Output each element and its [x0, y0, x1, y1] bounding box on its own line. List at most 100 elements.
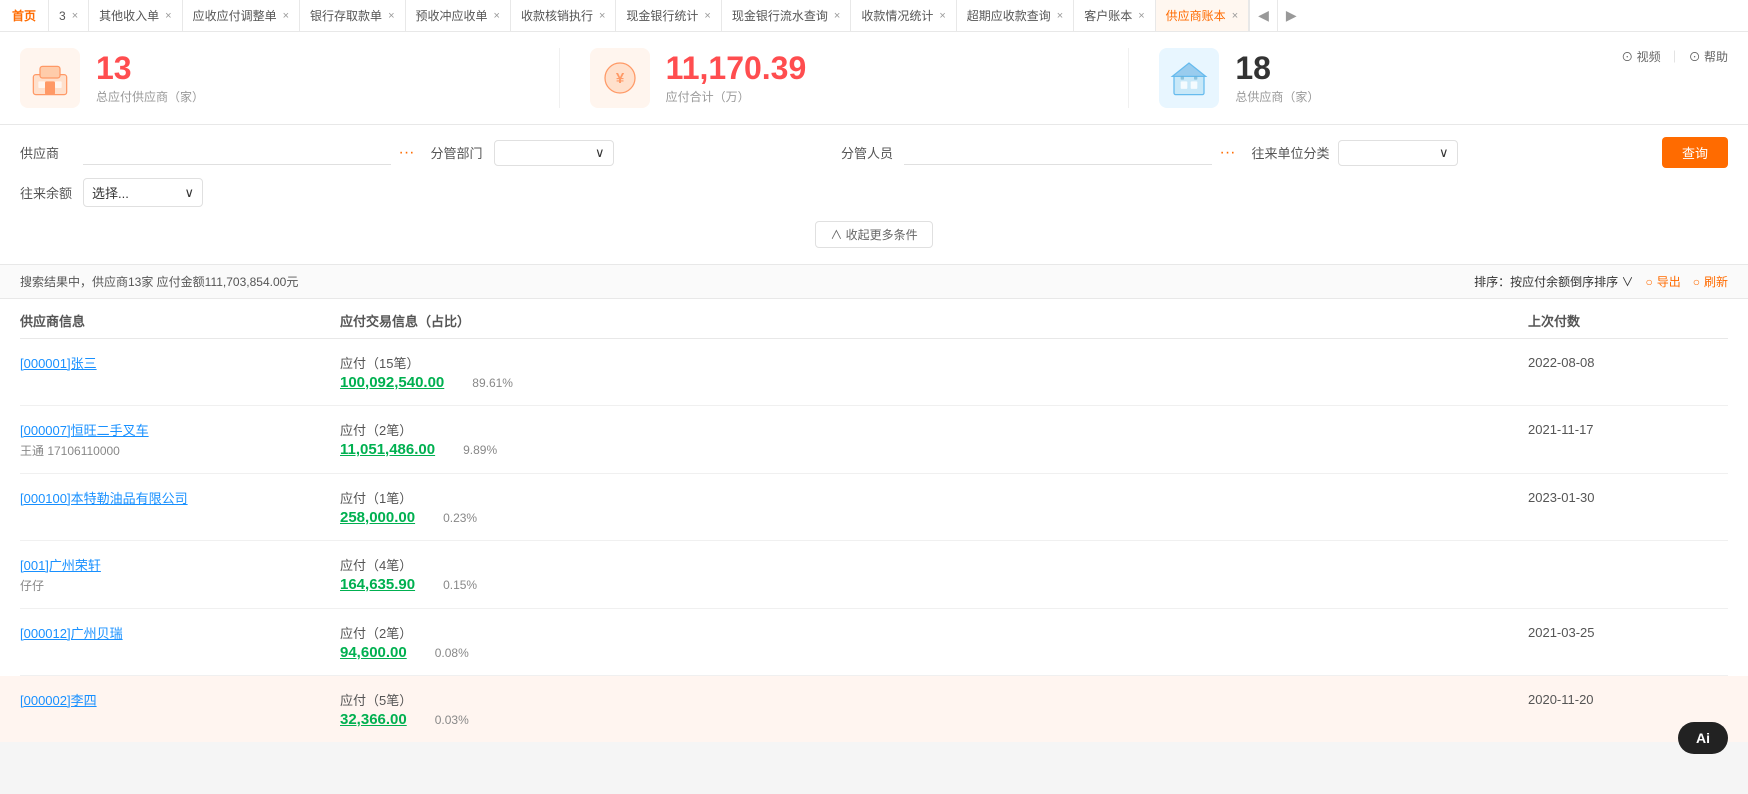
nav-3-label: 3	[59, 9, 66, 23]
nav-supplier-ledger[interactable]: 供应商账本 ×	[1156, 0, 1249, 31]
table-row: [000007]恒旺二手叉车 王通 17106110000 应付（2笔） 11,…	[20, 406, 1728, 474]
help-link[interactable]: ⊙ 帮助	[1689, 48, 1728, 65]
close-icon[interactable]: ×	[494, 10, 500, 22]
filter-row-2: 往来余额 选择... ∨	[20, 178, 1728, 207]
supplier-link[interactable]: [000012]广州贝瑞	[20, 626, 123, 641]
refresh-button[interactable]: ○ 刷新	[1693, 273, 1728, 290]
filter-unit-class-dropdown[interactable]: ∨	[1338, 140, 1458, 166]
ai-button-label: Ai	[1696, 730, 1710, 746]
supplier-cell: [001]广州荣轩 仔仔	[20, 555, 340, 594]
supplier-link[interactable]: [000001]张三	[20, 356, 97, 371]
filter-supplier-label: 供应商	[20, 143, 75, 162]
close-icon[interactable]: ×	[834, 10, 840, 22]
trade-amount[interactable]: 32,366.00	[340, 711, 407, 728]
close-icon[interactable]: ×	[599, 10, 605, 22]
export-button[interactable]: ○ 导出	[1645, 273, 1680, 290]
filter-unit-class-label: 往来单位分类	[1252, 143, 1330, 162]
nav-other-income-label: 其他收入单	[99, 7, 159, 24]
nav-overdue-ar[interactable]: 超期应收款查询 ×	[957, 0, 1074, 31]
close-icon[interactable]: ×	[283, 10, 289, 22]
trade-amount[interactable]: 258,000.00	[340, 509, 415, 526]
col-header-trade: 应付交易信息（占比）	[340, 311, 1528, 330]
filter-dept-dropdown[interactable]: ∨	[494, 140, 614, 166]
supplier-link[interactable]: [000002]李四	[20, 693, 97, 708]
nav-ar-adjust[interactable]: 应收应付调整单 ×	[183, 0, 300, 31]
trade-amount[interactable]: 11,051,486.00	[340, 441, 435, 458]
collapse-conditions-button[interactable]: ∧ 收起更多条件	[815, 221, 932, 248]
filter-supplier-dots[interactable]: ···	[399, 144, 415, 162]
nav-overdue-ar-label: 超期应收款查询	[967, 7, 1051, 24]
nav-home[interactable]: 首页	[0, 0, 49, 31]
payable-total-label: 应付合计（万）	[666, 88, 807, 105]
supplier-link[interactable]: [000007]恒旺二手叉车	[20, 423, 149, 438]
close-icon[interactable]: ×	[165, 10, 171, 22]
trade-pct: 0.23%	[443, 511, 477, 525]
lastpay-cell	[1528, 555, 1728, 557]
chevron-down-icon-3: ∨	[184, 185, 194, 201]
close-icon[interactable]: ×	[939, 10, 945, 22]
ai-button[interactable]: Ai	[1678, 722, 1728, 754]
supplier-link[interactable]: [000100]本特勒油品有限公司	[20, 491, 188, 506]
nav-ar-adjust-label: 应收应付调整单	[193, 7, 277, 24]
lastpay-cell: 2021-03-25	[1528, 623, 1728, 640]
nav-bank-deposit[interactable]: 银行存取款单 ×	[300, 0, 405, 31]
close-icon[interactable]: ×	[1232, 10, 1238, 22]
results-bar-right: 排序：按应付余额倒序排序 ∨ ○ 导出 ○ 刷新	[1474, 273, 1728, 290]
supplier-cell: [000100]本特勒油品有限公司	[20, 488, 340, 507]
table-row: [001]广州荣轩 仔仔 应付（4笔） 164,635.90 0.15%	[20, 541, 1728, 609]
filter-area: 供应商 ··· 分管部门 ∨ 分管人员 ··· 往来单位分类 ∨ 查询	[0, 125, 1748, 265]
nav-arrow-left[interactable]: ◀	[1249, 0, 1277, 31]
export-label: 导出	[1657, 273, 1681, 290]
lastpay-cell: 2022-08-08	[1528, 353, 1728, 370]
nav-receipt-exec-label: 收款核销执行	[521, 7, 593, 24]
trade-amount[interactable]: 94,600.00	[340, 644, 407, 661]
table-row: [000002]李四 应付（5笔） 32,366.00 0.03% 2020-1…	[0, 676, 1748, 742]
close-icon[interactable]: ×	[1138, 10, 1144, 22]
nav-receipt-exec[interactable]: 收款核销执行 ×	[511, 0, 616, 31]
filter-dept: 分管部门 ∨	[431, 140, 826, 166]
nav-cash-bank-stat[interactable]: 现金银行统计 ×	[616, 0, 721, 31]
trade-pct: 9.89%	[463, 443, 497, 457]
trade-cell: 应付（1笔） 258,000.00 0.23%	[340, 488, 1528, 526]
sort-label: 排序：按应付余额倒序排序	[1474, 275, 1618, 289]
nav-cash-flow-label: 现金银行流水查询	[732, 7, 828, 24]
refresh-label: 刷新	[1704, 273, 1728, 290]
nav-other-income[interactable]: 其他收入单 ×	[89, 0, 182, 31]
supplier-sub: 王通 17106110000	[20, 442, 340, 459]
supplier-cell: [000002]李四	[20, 690, 340, 709]
table-body: [000001]张三 应付（15笔） 100,092,540.00 89.61%…	[20, 339, 1728, 742]
trade-row-line: 32,366.00 0.03%	[340, 709, 1528, 728]
search-button[interactable]: 查询	[1662, 137, 1728, 168]
nav-receipt-stat[interactable]: 收款情况统计 ×	[851, 0, 956, 31]
nav-customer-ledger[interactable]: 客户账本 ×	[1074, 0, 1155, 31]
filter-person-dots[interactable]: ···	[1220, 144, 1236, 162]
chevron-down-icon: ∨	[595, 145, 605, 161]
sort-button[interactable]: 排序：按应付余额倒序排序 ∨	[1474, 273, 1633, 290]
filter-person-input[interactable]	[904, 141, 1212, 165]
nav-prepay[interactable]: 预收冲应收单 ×	[406, 0, 511, 31]
supplier-sub: 仔仔	[20, 577, 340, 594]
trade-amount[interactable]: 100,092,540.00	[340, 374, 444, 391]
close-icon[interactable]: ×	[72, 10, 78, 22]
top-right-links: ⊙ 视频 ｜ ⊙ 帮助	[1621, 48, 1728, 65]
nav-receipt-stat-label: 收款情况统计	[861, 7, 933, 24]
filter-balance-label: 往来余额	[20, 183, 75, 202]
trade-row-line: 11,051,486.00 9.89%	[340, 439, 1528, 458]
nav-item-3[interactable]: 3 ×	[49, 0, 89, 31]
nav-cash-flow[interactable]: 现金银行流水查询 ×	[722, 0, 851, 31]
supplier1-icon	[20, 48, 80, 108]
close-icon[interactable]: ×	[1057, 10, 1063, 22]
close-icon[interactable]: ×	[704, 10, 710, 22]
lastpay-cell: 2021-11-17	[1528, 420, 1728, 437]
nav-arrow-right[interactable]: ▶	[1277, 0, 1305, 31]
filter-balance-value: 选择...	[92, 183, 129, 202]
close-icon[interactable]: ×	[388, 10, 394, 22]
card-payable-suppliers-content: 13 总应付供应商（家）	[96, 52, 204, 105]
video-link[interactable]: ⊙ 视频	[1621, 48, 1660, 65]
filter-balance-dropdown[interactable]: 选择... ∨	[83, 178, 203, 207]
filter-supplier-input[interactable]	[83, 141, 391, 165]
total-suppliers-number: 18	[1235, 52, 1319, 84]
payable-suppliers-label: 总应付供应商（家）	[96, 88, 204, 105]
trade-amount[interactable]: 164,635.90	[340, 576, 415, 593]
supplier-link[interactable]: [001]广州荣轩	[20, 558, 101, 573]
